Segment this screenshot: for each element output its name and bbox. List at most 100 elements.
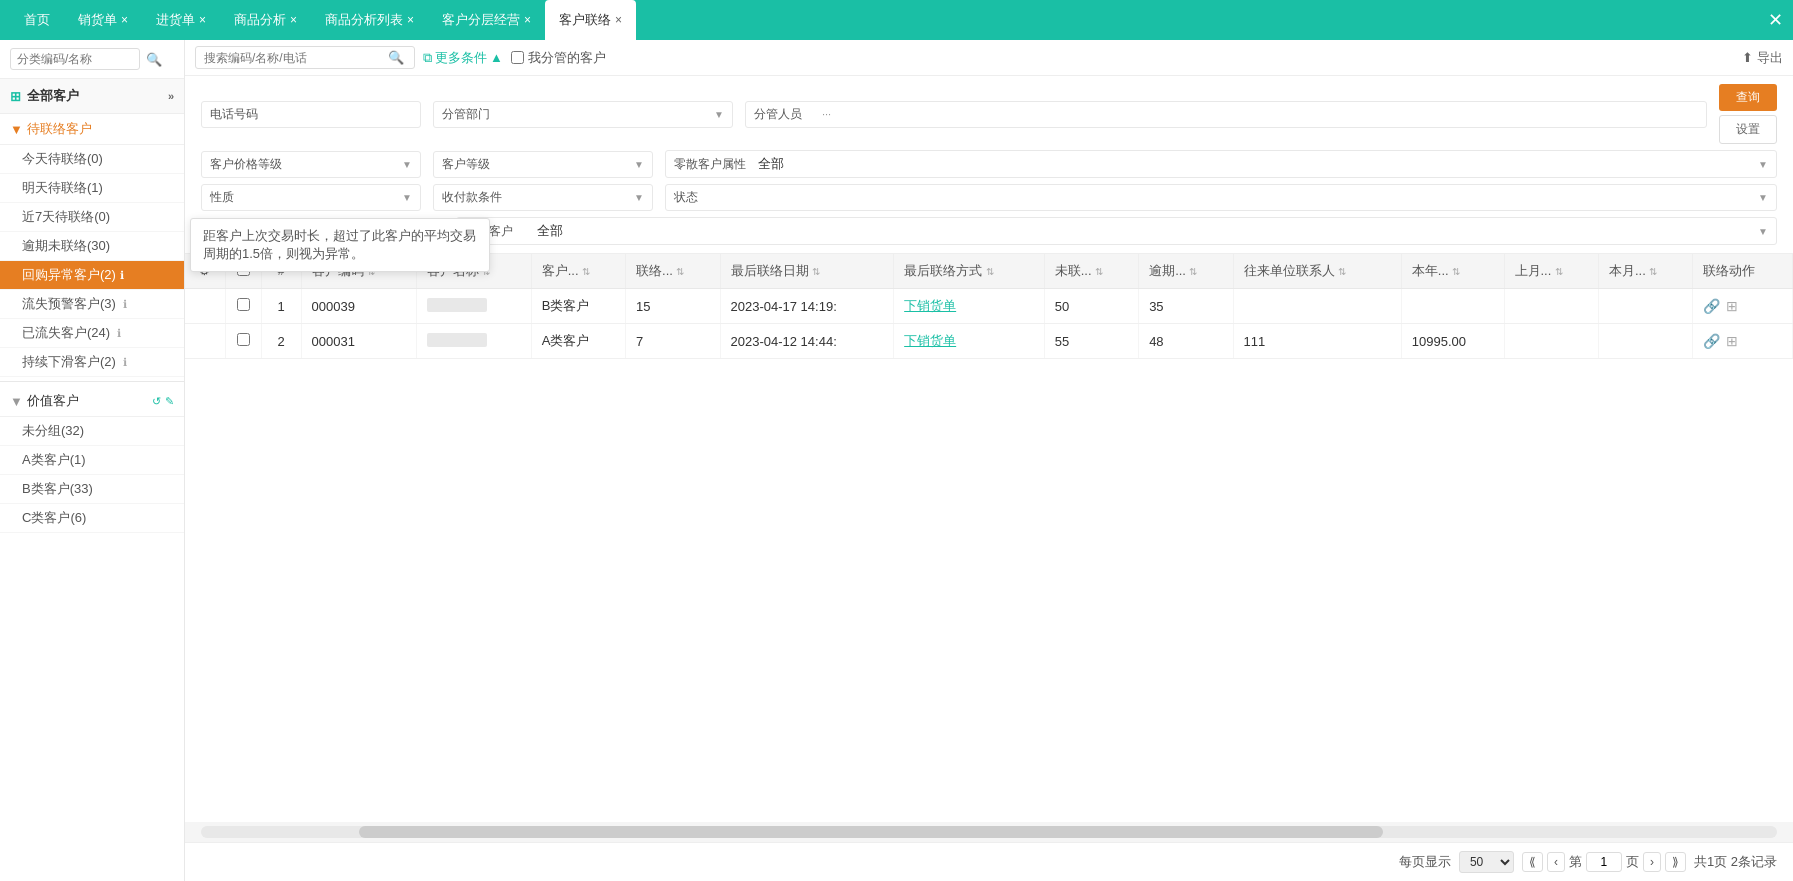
nav-home[interactable]: 首页 <box>10 0 64 40</box>
filter-search-input[interactable] <box>204 51 384 65</box>
filter-gender-field[interactable]: 性质 ▼ <box>201 184 421 211</box>
settings-btn[interactable]: 设置 <box>1719 115 1777 144</box>
nav-purchase-label: 进货单 <box>156 11 195 29</box>
content-area: 🔍 ⧉ 更多条件 ▲ 我分管的客户 ⬆ 导出 电话号码 <box>185 40 1793 881</box>
row1-checkbox[interactable] <box>237 298 250 311</box>
filter-phone-field[interactable]: 电话号码 <box>201 101 421 128</box>
th-uncontacted[interactable]: 未联... <box>1044 254 1138 289</box>
lost-warning-info-icon[interactable]: ℹ <box>123 298 127 310</box>
close-all-btn[interactable]: ✕ <box>1768 9 1783 31</box>
nav-purchase-close[interactable]: × <box>199 13 206 27</box>
nav-goods-analysis[interactable]: 商品分析 × <box>220 0 311 40</box>
th-current-month[interactable]: 本月... <box>1598 254 1692 289</box>
nav-sales-close[interactable]: × <box>121 13 128 27</box>
row2-last-method-val[interactable]: 下销货单 <box>904 333 956 348</box>
sidebar-search-icon[interactable]: 🔍 <box>146 52 162 67</box>
sidebar-item-overdue[interactable]: 逾期未联络(30) <box>0 232 184 261</box>
filter-retail-customer-field[interactable]: 零散客户 全部 ▼ <box>456 217 1777 245</box>
sidebar-item-class-a[interactable]: A类客户(1) <box>0 446 184 475</box>
th-last-month[interactable]: 上月... <box>1504 254 1598 289</box>
row1-grid-icon[interactable]: ⊞ <box>1726 298 1738 314</box>
filter-price-level-field[interactable]: 客户价格等级 ▼ <box>201 151 421 178</box>
filter-dept-label: 分管部门 <box>442 106 502 123</box>
hscroll-thumb[interactable] <box>359 826 1383 838</box>
row1-last-method-val[interactable]: 下销货单 <box>904 298 956 313</box>
th-unit-contact[interactable]: 往来单位联系人 <box>1233 254 1401 289</box>
th-current-year[interactable]: 本年... <box>1401 254 1504 289</box>
lost-info-icon[interactable]: ℹ <box>117 327 121 339</box>
sidebar-item-today[interactable]: 今天待联络(0) <box>0 145 184 174</box>
sidebar-item-ungroup[interactable]: 未分组(32) <box>0 417 184 446</box>
sidebar-item-class-b[interactable]: B类客户(33) <box>0 475 184 504</box>
page-input[interactable] <box>1586 852 1622 872</box>
sidebar-item-repurchase[interactable]: 回购异常客户(2) ℹ <box>0 261 184 290</box>
th-contact[interactable]: 联络... <box>626 254 720 289</box>
pending-group-header[interactable]: ▼ 待联络客户 <box>0 114 184 145</box>
query-btn[interactable]: 查询 <box>1719 84 1777 111</box>
nav-goods-close[interactable]: × <box>290 13 297 27</box>
filter-retail-attr-field[interactable]: 零散客户属性 全部 ▼ <box>665 150 1777 178</box>
nav-sales[interactable]: 销货单 × <box>64 0 142 40</box>
filter-payment-field[interactable]: 收付款条件 ▼ <box>433 184 653 211</box>
per-page-select[interactable]: 50 20 100 <box>1459 851 1514 873</box>
filter-search-icon[interactable]: 🔍 <box>388 50 404 65</box>
filter-manager-dots[interactable]: ··· <box>822 108 831 120</box>
sidebar-item-lost-warning[interactable]: 流失预警客户(3) ℹ <box>0 290 184 319</box>
row1-uncontacted-val: 50 <box>1055 299 1069 314</box>
row1-name <box>416 289 531 324</box>
th-ctype[interactable]: 客户... <box>531 254 625 289</box>
nav-customer-contact-label: 客户联络 <box>559 11 611 29</box>
hscroll-bar[interactable] <box>201 826 1777 838</box>
sidebar-item-tomorrow[interactable]: 明天待联络(1) <box>0 174 184 203</box>
nav-goods-list[interactable]: 商品分析列表 × <box>311 0 428 40</box>
sidebar-item-declining[interactable]: 持续下滑客户(2) ℹ <box>0 348 184 377</box>
nav-segment-close[interactable]: × <box>524 13 531 27</box>
filter-bar: 🔍 ⧉ 更多条件 ▲ 我分管的客户 ⬆ 导出 <box>185 40 1793 76</box>
my-customers-checkbox-wrap: 我分管的客户 <box>511 49 606 67</box>
filter-search-box: 🔍 <box>195 46 415 69</box>
row2-grid-icon[interactable]: ⊞ <box>1726 333 1738 349</box>
class-a-label: A类客户(1) <box>22 452 86 467</box>
export-btn[interactable]: ⬆ 导出 <box>1742 49 1783 67</box>
filter-department-field[interactable]: 分管部门 ▼ <box>433 101 733 128</box>
th-contact-label: 联络... <box>636 263 673 278</box>
last-page-btn[interactable]: ⟫ <box>1665 852 1686 872</box>
filter-customer-level-field[interactable]: 客户等级 ▼ <box>433 151 653 178</box>
value-refresh-icon[interactable]: ↺ <box>152 395 161 408</box>
row2-contact-count: 7 <box>626 324 720 359</box>
row1-link-icon[interactable]: 🔗 <box>1703 298 1720 314</box>
filter-status-label: 状态 <box>674 189 734 206</box>
row2-checkbox[interactable] <box>237 333 250 346</box>
prev-page-btn[interactable]: ‹ <box>1547 852 1565 872</box>
declining-info-icon[interactable]: ℹ <box>123 356 127 368</box>
sidebar-item-7days[interactable]: 近7天待联络(0) <box>0 203 184 232</box>
th-last-method[interactable]: 最后联络方式 <box>894 254 1045 289</box>
filter-manager-field[interactable]: 分管人员 ··· <box>745 101 1707 128</box>
nav-goods-list-close[interactable]: × <box>407 13 414 27</box>
filter-status-field[interactable]: 状态 ▼ <box>665 184 1777 211</box>
my-customers-checkbox[interactable] <box>511 51 524 64</box>
sidebar-item-class-c[interactable]: C类客户(6) <box>0 504 184 533</box>
all-customers-header: ⊞ 全部客户 » <box>0 79 184 114</box>
filter-retail-cust-value: 全部 <box>537 222 563 240</box>
nav-contact-close[interactable]: × <box>615 13 622 27</box>
all-customers-label: 全部客户 <box>27 87 79 105</box>
nav-customer-contact[interactable]: 客户联络 × <box>545 0 636 40</box>
value-edit-icon[interactable]: ✎ <box>165 395 174 408</box>
first-page-btn[interactable]: ⟪ <box>1522 852 1543 872</box>
nav-purchase[interactable]: 进货单 × <box>142 0 220 40</box>
sidebar-collapse-btn[interactable]: » <box>168 90 174 102</box>
row2-link-icon[interactable]: 🔗 <box>1703 333 1720 349</box>
repurchase-info-icon[interactable]: ℹ <box>120 269 124 282</box>
filter-gender-arrow: ▼ <box>402 192 412 203</box>
th-last-date[interactable]: 最后联络日期 <box>720 254 894 289</box>
sidebar-item-lost[interactable]: 已流失客户(24) ℹ <box>0 319 184 348</box>
th-overdue[interactable]: 逾期... <box>1139 254 1233 289</box>
filter-retail-attr-value: 全部 <box>758 155 784 173</box>
filter-more-btn[interactable]: ⧉ 更多条件 ▲ <box>423 49 503 67</box>
nav-customer-segment[interactable]: 客户分层经营 × <box>428 0 545 40</box>
next-page-btn[interactable]: › <box>1643 852 1661 872</box>
row1-name-masked <box>427 298 487 312</box>
lost-label: 已流失客户(24) <box>22 325 110 340</box>
sidebar-search-input[interactable] <box>10 48 140 70</box>
